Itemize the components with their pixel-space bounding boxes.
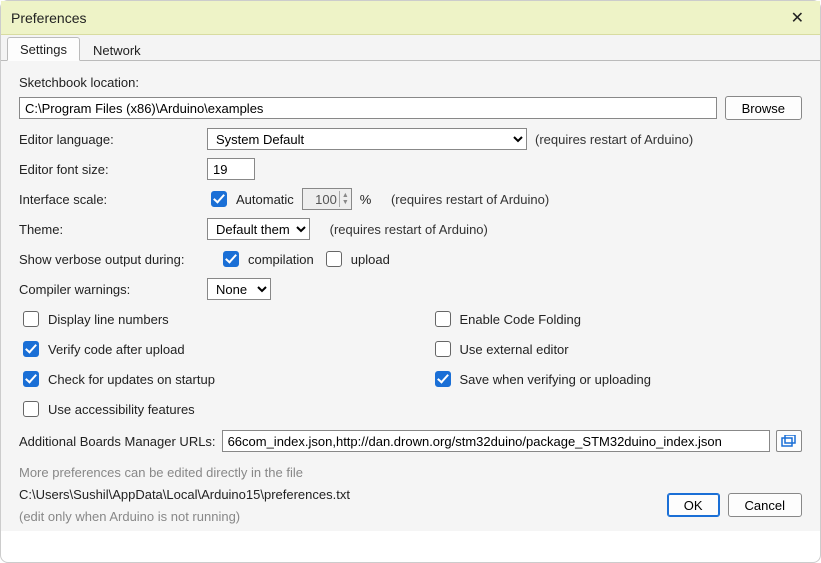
enable-code-folding-checkbox[interactable]: [435, 311, 451, 327]
editor-font-size-input[interactable]: [207, 158, 255, 180]
sketchbook-label: Sketchbook location:: [19, 75, 802, 90]
automatic-label: Automatic: [236, 192, 294, 207]
settings-panel: Sketchbook location: Browse Editor langu…: [1, 61, 820, 531]
use-external-editor-label: Use external editor: [460, 342, 569, 357]
restart-hint-3: (requires restart of Arduino): [330, 222, 488, 237]
expand-urls-button[interactable]: [776, 430, 802, 452]
check-updates-label: Check for updates on startup: [48, 372, 215, 387]
window-title: Preferences: [11, 10, 86, 26]
browse-button[interactable]: Browse: [725, 96, 802, 120]
theme-label: Theme:: [19, 222, 199, 237]
sketchbook-location-input[interactable]: [19, 97, 717, 119]
upload-checkbox[interactable]: [326, 251, 342, 267]
editor-language-select[interactable]: System Default: [207, 128, 527, 150]
cancel-button[interactable]: Cancel: [728, 493, 802, 517]
titlebar: Preferences ✕: [1, 1, 820, 35]
restart-hint-2: (requires restart of Arduino): [391, 192, 549, 207]
verbose-label: Show verbose output during:: [19, 252, 211, 267]
display-line-numbers-label: Display line numbers: [48, 312, 169, 327]
check-updates-checkbox[interactable]: [23, 371, 39, 387]
compiler-warnings-select[interactable]: None: [207, 278, 271, 300]
theme-select[interactable]: Default theme: [207, 218, 310, 240]
save-when-verifying-label: Save when verifying or uploading: [460, 372, 652, 387]
display-line-numbers-checkbox[interactable]: [23, 311, 39, 327]
interface-scale-value: [303, 190, 339, 208]
use-accessibility-checkbox[interactable]: [23, 401, 39, 417]
tabbar: Settings Network: [1, 35, 820, 61]
compilation-label: compilation: [248, 252, 314, 267]
enable-code-folding-label: Enable Code Folding: [460, 312, 581, 327]
tab-settings[interactable]: Settings: [7, 37, 80, 61]
percent-label: %: [360, 192, 372, 207]
additional-urls-input[interactable]: [222, 430, 770, 452]
interface-scale-label: Interface scale:: [19, 192, 199, 207]
upload-label: upload: [351, 252, 390, 267]
compilation-checkbox[interactable]: [223, 251, 239, 267]
editor-language-label: Editor language:: [19, 132, 199, 147]
close-icon[interactable]: ✕: [785, 6, 810, 30]
compiler-warnings-label: Compiler warnings:: [19, 282, 199, 297]
verify-after-upload-checkbox[interactable]: [23, 341, 39, 357]
interface-scale-stepper[interactable]: ▲▼: [302, 188, 352, 210]
automatic-checkbox[interactable]: [211, 191, 227, 207]
save-when-verifying-checkbox[interactable]: [435, 371, 451, 387]
additional-urls-label: Additional Boards Manager URLs:: [19, 434, 216, 449]
ok-button[interactable]: OK: [667, 493, 720, 517]
windows-icon: [781, 435, 797, 447]
tab-network[interactable]: Network: [80, 38, 154, 61]
verify-after-upload-label: Verify code after upload: [48, 342, 185, 357]
more-prefs-hint: More preferences can be edited directly …: [19, 462, 802, 484]
use-external-editor-checkbox[interactable]: [435, 341, 451, 357]
stepper-arrows-icon[interactable]: ▲▼: [339, 191, 351, 207]
editor-font-size-label: Editor font size:: [19, 162, 199, 177]
use-accessibility-label: Use accessibility features: [48, 402, 195, 417]
restart-hint-1: (requires restart of Arduino): [535, 132, 693, 147]
